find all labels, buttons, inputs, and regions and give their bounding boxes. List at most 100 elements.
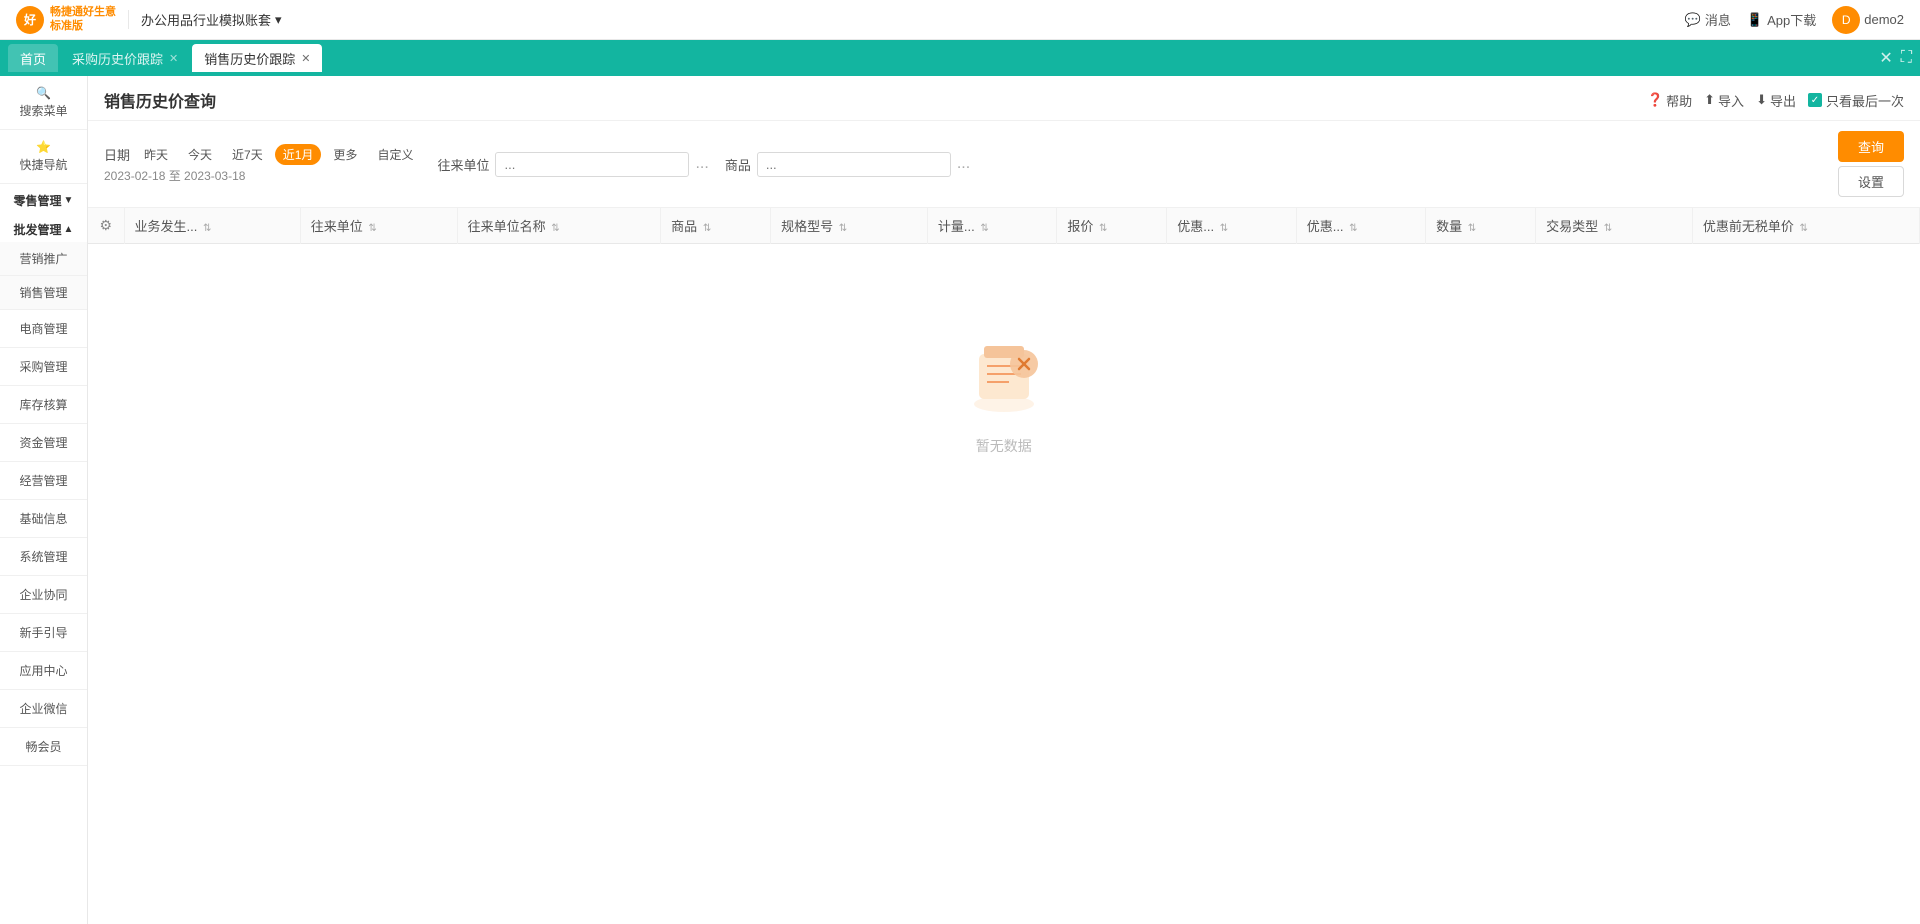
import-icon: ⬆ bbox=[1704, 92, 1715, 108]
date-chip-yesterday[interactable]: 昨天 bbox=[136, 144, 176, 165]
sidebar-group-wholesale[interactable]: 批发管理 ▲ bbox=[0, 213, 87, 242]
sidebar-group-retail[interactable]: 零售管理 ▼ bbox=[0, 184, 87, 213]
export-btn[interactable]: ⬇ 导出 bbox=[1756, 91, 1796, 110]
date-range-text: 2023-02-18 至 2023-03-18 bbox=[104, 167, 421, 184]
help-icon: ❓ bbox=[1647, 92, 1663, 108]
topbar-left: 好 畅捷通好生意 标准版 办公用品行业模拟账套 ▾ bbox=[16, 6, 282, 34]
date-chip-7days[interactable]: 近7天 bbox=[224, 144, 271, 165]
close-window-btn[interactable]: ✕ bbox=[1879, 48, 1892, 68]
th-biz-date[interactable]: 业务发生... ⇅ bbox=[124, 208, 300, 244]
date-chips: 昨天 今天 近7天 近1月 更多 自定义 bbox=[136, 144, 421, 165]
sidebar-item-finance[interactable]: 资金管理 bbox=[0, 424, 87, 462]
main-layout: 🔍 搜索菜单 ⭐ 快捷导航 零售管理 ▼ 批发管理 ▲ 营销推广 销售管理 电商… bbox=[0, 76, 1920, 924]
mobile-icon: 📱 bbox=[1747, 12, 1763, 28]
page-title: 销售历史价查询 bbox=[104, 88, 216, 112]
sort-icon: ⇅ bbox=[1800, 223, 1808, 234]
empty-text: 暂无数据 bbox=[976, 436, 1032, 456]
checkbox-icon bbox=[1808, 93, 1822, 107]
sidebar-item-marketing[interactable]: 营销推广 bbox=[0, 242, 87, 276]
tabbar: 首页 采购历史价跟踪 ✕ 销售历史价跟踪 ✕ ✕ ⛶ bbox=[0, 40, 1920, 76]
th-discount1[interactable]: 优惠... ⇅ bbox=[1167, 208, 1296, 244]
tab-sales-history-close[interactable]: ✕ bbox=[301, 52, 310, 65]
th-counterparty-name[interactable]: 往来单位名称 ⇅ bbox=[457, 208, 661, 244]
th-unit[interactable]: 计量... ⇅ bbox=[927, 208, 1056, 244]
maximize-window-btn[interactable]: ⛶ bbox=[1901, 49, 1912, 67]
company-selector[interactable]: 办公用品行业模拟账套 ▾ bbox=[128, 10, 282, 29]
empty-illustration bbox=[954, 324, 1054, 424]
th-quantity[interactable]: 数量 ⇅ bbox=[1426, 208, 1536, 244]
empty-state: 暂无数据 bbox=[88, 244, 1920, 536]
table-header-row: ⚙ 业务发生... ⇅ 往来单位 ⇅ 往来单位名称 bbox=[88, 208, 1920, 244]
th-goods[interactable]: 商品 ⇅ bbox=[661, 208, 771, 244]
counterparty-more-btn[interactable]: ... bbox=[695, 155, 708, 173]
chevron-down-icon: ▼ bbox=[64, 195, 74, 206]
date-chip-1month[interactable]: 近1月 bbox=[275, 144, 322, 165]
th-pretax-price[interactable]: 优惠前无税单价 ⇅ bbox=[1692, 208, 1919, 244]
tabbar-actions: ✕ ⛶ bbox=[1879, 48, 1912, 68]
tab-home-label: 首页 bbox=[20, 49, 46, 68]
logo-area: 好 畅捷通好生意 标准版 bbox=[16, 6, 116, 34]
date-chip-custom[interactable]: 自定义 bbox=[369, 144, 421, 165]
tab-home[interactable]: 首页 bbox=[8, 44, 58, 72]
logo-icon: 好 bbox=[16, 6, 44, 34]
sort-icon: ⇅ bbox=[1099, 223, 1107, 234]
sidebar: 🔍 搜索菜单 ⭐ 快捷导航 零售管理 ▼ 批发管理 ▲ 营销推广 销售管理 电商… bbox=[0, 76, 88, 924]
page-container: 销售历史价查询 ❓ 帮助 ⬆ 导入 ⬇ 导出 bbox=[88, 76, 1920, 924]
data-table: ⚙ 业务发生... ⇅ 往来单位 ⇅ 往来单位名称 bbox=[88, 208, 1920, 536]
date-chip-more[interactable]: 更多 bbox=[325, 144, 365, 165]
sidebar-item-new-guide[interactable]: 新手引导 bbox=[0, 614, 87, 652]
topbar-right: 💬 消息 📱 App下载 D demo2 bbox=[1685, 6, 1904, 34]
only-last-checkbox[interactable]: 只看最后一次 bbox=[1808, 91, 1904, 110]
user-profile-btn[interactable]: D demo2 bbox=[1832, 6, 1904, 34]
message-btn[interactable]: 💬 消息 bbox=[1685, 10, 1731, 29]
sidebar-item-inventory[interactable]: 库存核算 bbox=[0, 386, 87, 424]
page-header: 销售历史价查询 ❓ 帮助 ⬆ 导入 ⬇ 导出 bbox=[88, 76, 1920, 121]
sort-icon: ⇅ bbox=[368, 223, 376, 234]
table-settings-icon[interactable]: ⚙ bbox=[99, 217, 112, 233]
import-btn[interactable]: ⬆ 导入 bbox=[1704, 91, 1744, 110]
sidebar-item-sales-mgmt[interactable]: 销售管理 bbox=[0, 276, 87, 310]
sidebar-item-basic-info[interactable]: 基础信息 bbox=[0, 500, 87, 538]
counterparty-input[interactable] bbox=[495, 152, 689, 177]
tab-sales-history[interactable]: 销售历史价跟踪 ✕ bbox=[192, 44, 322, 72]
th-spec[interactable]: 规格型号 ⇅ bbox=[771, 208, 928, 244]
th-trade-type[interactable]: 交易类型 ⇅ bbox=[1536, 208, 1693, 244]
page-actions: ❓ 帮助 ⬆ 导入 ⬇ 导出 只看最后一次 bbox=[1647, 91, 1904, 110]
sort-icon: ⇅ bbox=[703, 223, 711, 234]
date-chip-today[interactable]: 今天 bbox=[180, 144, 220, 165]
query-btn[interactable]: 查询 bbox=[1838, 131, 1904, 162]
table-container: ⚙ 业务发生... ⇅ 往来单位 ⇅ 往来单位名称 bbox=[88, 208, 1920, 924]
sidebar-item-app-center[interactable]: 应用中心 bbox=[0, 652, 87, 690]
sort-icon: ⇅ bbox=[1349, 223, 1357, 234]
goods-more-btn[interactable]: ... bbox=[957, 155, 970, 173]
filter-settings-btn[interactable]: 设置 bbox=[1838, 166, 1904, 197]
sidebar-item-system[interactable]: 系统管理 bbox=[0, 538, 87, 576]
logo-text: 畅捷通好生意 标准版 bbox=[50, 6, 116, 32]
sidebar-item-purchase[interactable]: 采购管理 bbox=[0, 348, 87, 386]
export-icon: ⬇ bbox=[1756, 92, 1767, 108]
sidebar-item-enterprise-wechat[interactable]: 企业微信 bbox=[0, 690, 87, 728]
sort-icon: ⇅ bbox=[1604, 223, 1612, 234]
filter-date-column: 日期 昨天 今天 近7天 近1月 更多 自定义 2023-02-18 至 202… bbox=[104, 144, 421, 184]
sidebar-item-ecom[interactable]: 电商管理 bbox=[0, 310, 87, 348]
tab-purchase-history-label: 采购历史价跟踪 bbox=[72, 49, 163, 68]
sort-icon: ⇅ bbox=[1468, 223, 1476, 234]
sidebar-item-search[interactable]: 🔍 搜索菜单 bbox=[0, 76, 87, 130]
sort-icon: ⇅ bbox=[980, 223, 988, 234]
sidebar-item-operations[interactable]: 经营管理 bbox=[0, 462, 87, 500]
tab-purchase-history[interactable]: 采购历史价跟踪 ✕ bbox=[60, 44, 190, 72]
th-discount2[interactable]: 优惠... ⇅ bbox=[1296, 208, 1425, 244]
sidebar-item-enterprise[interactable]: 企业协同 bbox=[0, 576, 87, 614]
sort-icon: ⇅ bbox=[203, 223, 211, 234]
date-filter-group: 日期 昨天 今天 近7天 近1月 更多 自定义 bbox=[104, 144, 421, 165]
app-download-btn[interactable]: 📱 App下载 bbox=[1747, 10, 1816, 29]
goods-input[interactable] bbox=[757, 152, 951, 177]
sidebar-item-quick-nav[interactable]: ⭐ 快捷导航 bbox=[0, 130, 87, 184]
sidebar-item-member[interactable]: 畅会员 bbox=[0, 728, 87, 766]
sort-icon: ⇅ bbox=[839, 223, 847, 234]
help-btn[interactable]: ❓ 帮助 bbox=[1647, 91, 1692, 110]
th-counterparty-code[interactable]: 往来单位 ⇅ bbox=[300, 208, 457, 244]
sort-icon: ⇅ bbox=[551, 223, 559, 234]
th-quoted-price[interactable]: 报价 ⇅ bbox=[1057, 208, 1167, 244]
tab-purchase-history-close[interactable]: ✕ bbox=[169, 52, 178, 65]
